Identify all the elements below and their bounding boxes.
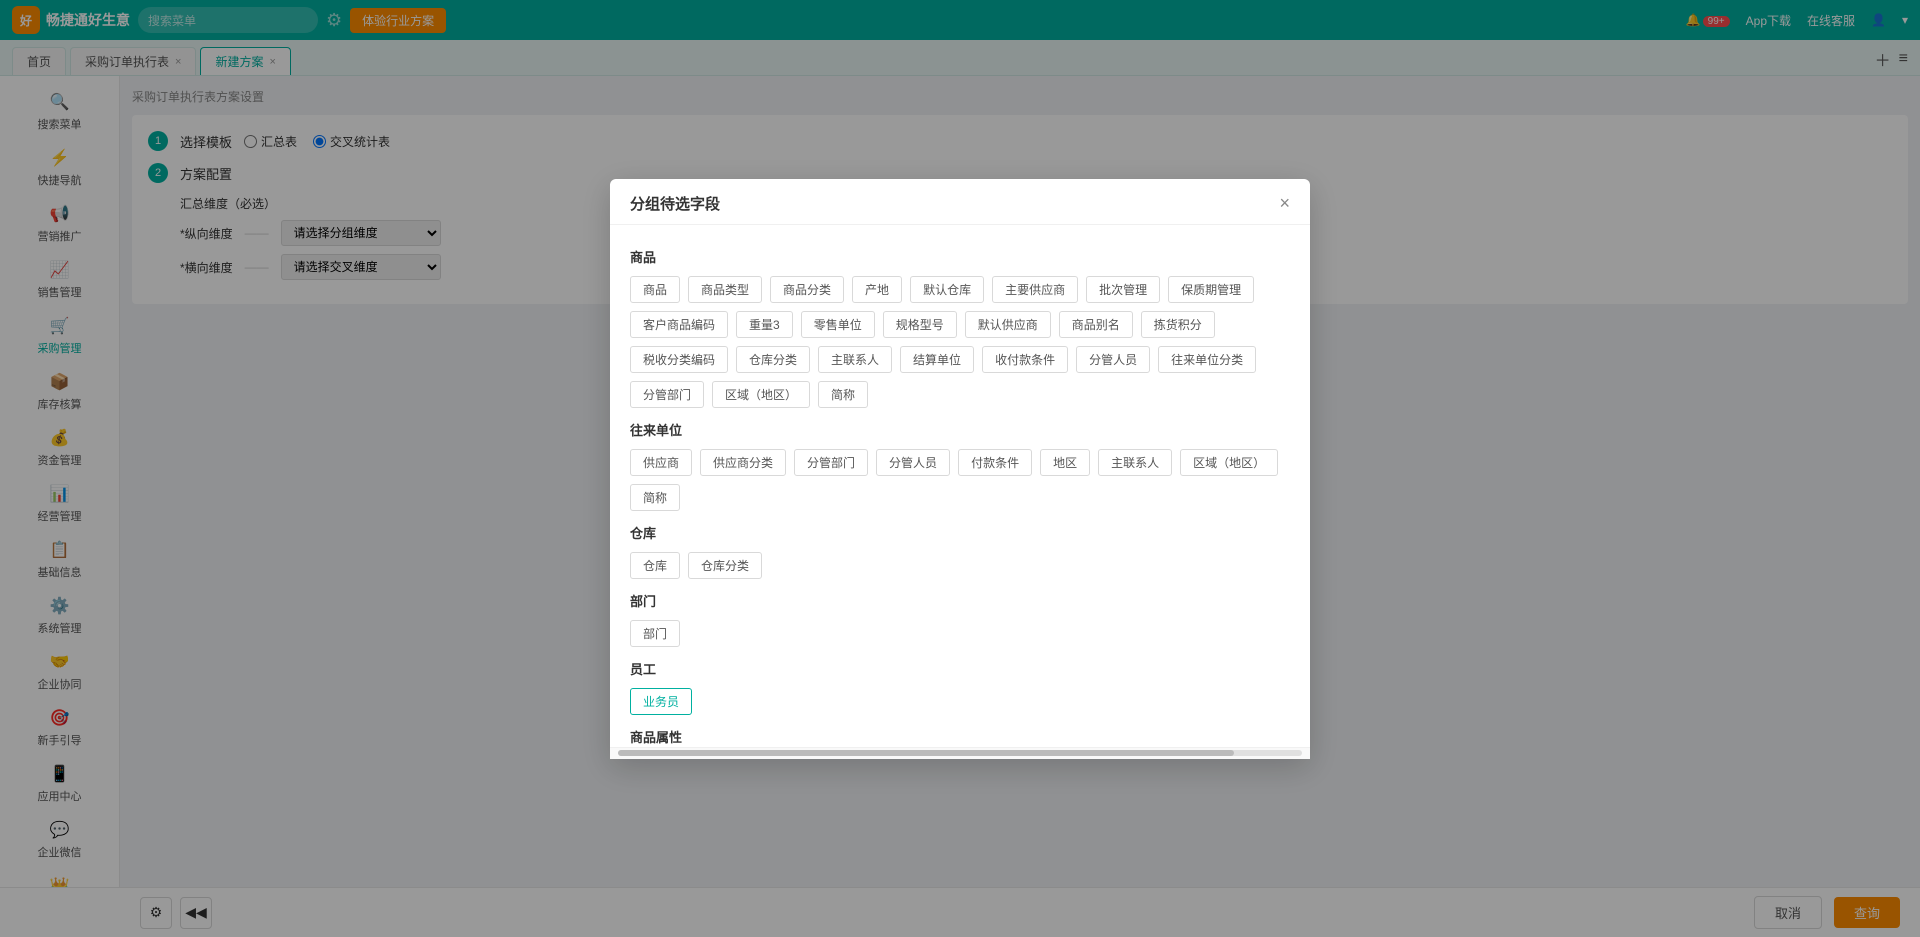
modal-horizontal-scrollbar[interactable] (610, 747, 1310, 759)
section-title-product-attr: 商品属性 (630, 727, 1290, 746)
field-grid-product: 商品 商品类型 商品分类 产地 默认仓库 主要供应商 批次管理 保质期管理 客户… (630, 276, 1290, 408)
section-title-product: 商品 (630, 247, 1290, 266)
field-tag[interactable]: 收付款条件 (982, 346, 1068, 373)
field-tag[interactable]: 批次管理 (1086, 276, 1160, 303)
field-tag[interactable]: 分管部门 (630, 381, 704, 408)
field-tag[interactable]: 重量3 (736, 311, 793, 338)
field-tag[interactable]: 业务员 (630, 688, 692, 715)
field-tag[interactable]: 分管人员 (876, 449, 950, 476)
modal-close-button[interactable]: × (1279, 194, 1290, 212)
field-grid-warehouse: 仓库 仓库分类 (630, 552, 1290, 579)
field-grid-department: 部门 (630, 620, 1290, 647)
field-tag[interactable]: 地区 (1040, 449, 1090, 476)
modal-overlay: 分组待选字段 × 商品 商品 商品类型 商品分类 产地 默认仓库 主要供应商 批… (0, 0, 1920, 937)
section-title-employee: 员工 (630, 659, 1290, 678)
section-title-department: 部门 (630, 591, 1290, 610)
field-grid-partner: 供应商 供应商分类 分管部门 分管人员 付款条件 地区 主联系人 区域（地区） … (630, 449, 1290, 511)
field-tag[interactable]: 产地 (852, 276, 902, 303)
field-tag[interactable]: 商品分类 (770, 276, 844, 303)
field-tag[interactable]: 零售单位 (801, 311, 875, 338)
field-tag[interactable]: 主联系人 (818, 346, 892, 373)
field-tag[interactable]: 默认仓库 (910, 276, 984, 303)
field-tag[interactable]: 仓库 (630, 552, 680, 579)
modal-body: 商品 商品 商品类型 商品分类 产地 默认仓库 主要供应商 批次管理 保质期管理… (610, 225, 1310, 747)
field-tag[interactable]: 规格型号 (883, 311, 957, 338)
modal-header: 分组待选字段 × (610, 179, 1310, 225)
field-tag[interactable]: 主要供应商 (992, 276, 1078, 303)
field-tag[interactable]: 简称 (630, 484, 680, 511)
field-tag[interactable]: 税收分类编码 (630, 346, 728, 373)
field-select-modal: 分组待选字段 × 商品 商品 商品类型 商品分类 产地 默认仓库 主要供应商 批… (610, 179, 1310, 759)
field-tag[interactable]: 仓库分类 (736, 346, 810, 373)
field-tag[interactable]: 商品类型 (688, 276, 762, 303)
field-tag[interactable]: 商品 (630, 276, 680, 303)
field-tag[interactable]: 结算单位 (900, 346, 974, 373)
section-title-partner: 往来单位 (630, 420, 1290, 439)
field-tag[interactable]: 供应商分类 (700, 449, 786, 476)
section-title-warehouse: 仓库 (630, 523, 1290, 542)
field-tag[interactable]: 仓库分类 (688, 552, 762, 579)
field-tag[interactable]: 商品别名 (1059, 311, 1133, 338)
field-tag[interactable]: 主联系人 (1098, 449, 1172, 476)
field-tag[interactable]: 往来单位分类 (1158, 346, 1256, 373)
field-tag[interactable]: 区域（地区） (712, 381, 810, 408)
field-tag[interactable]: 简称 (818, 381, 868, 408)
field-tag[interactable]: 付款条件 (958, 449, 1032, 476)
field-tag[interactable]: 拣货积分 (1141, 311, 1215, 338)
field-tag[interactable]: 部门 (630, 620, 680, 647)
modal-title: 分组待选字段 (630, 193, 720, 214)
field-tag[interactable]: 分管人员 (1076, 346, 1150, 373)
field-tag[interactable]: 客户商品编码 (630, 311, 728, 338)
field-tag[interactable]: 默认供应商 (965, 311, 1051, 338)
field-tag[interactable]: 区域（地区） (1180, 449, 1278, 476)
field-tag[interactable]: 供应商 (630, 449, 692, 476)
field-tag[interactable]: 保质期管理 (1168, 276, 1254, 303)
field-tag[interactable]: 分管部门 (794, 449, 868, 476)
field-grid-employee: 业务员 (630, 688, 1290, 715)
